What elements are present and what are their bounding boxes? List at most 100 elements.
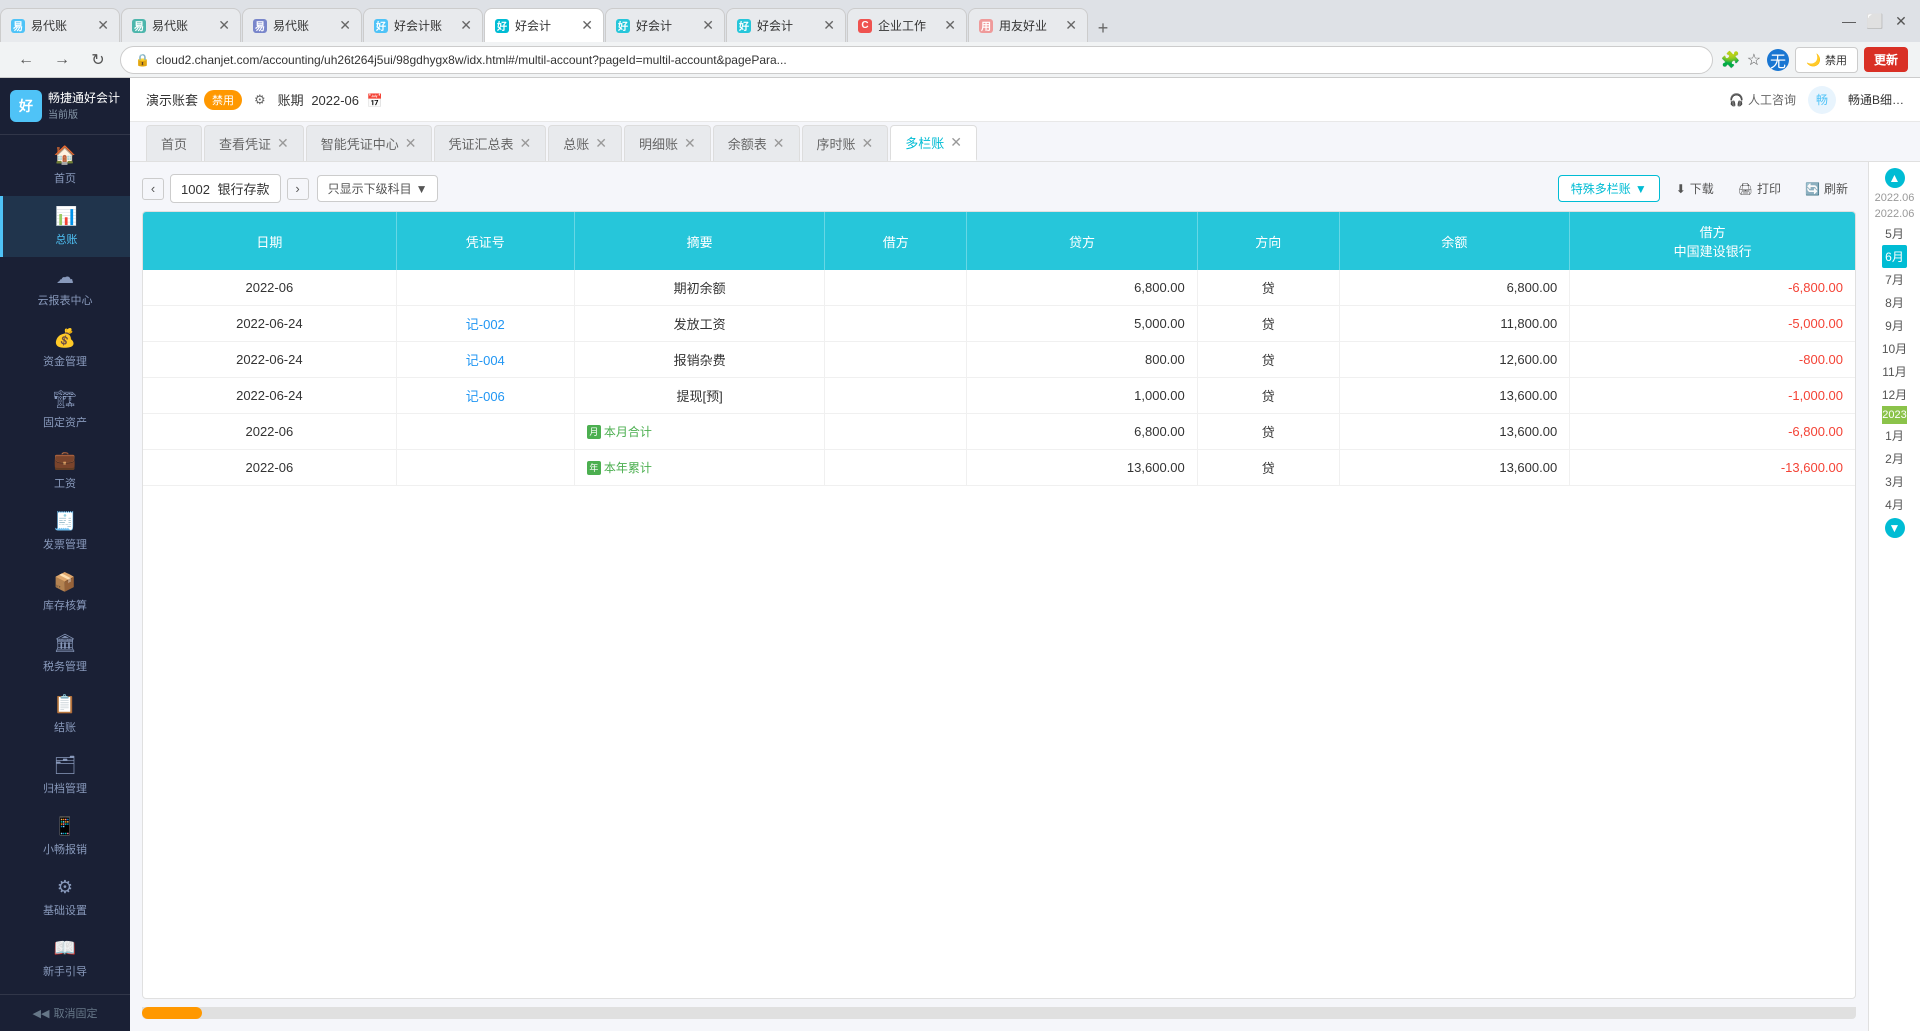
voucher-link[interactable]: 记-006: [466, 389, 505, 404]
page-tab-close-icon[interactable]: ✕: [684, 135, 696, 152]
bottom-scrollbar[interactable]: [142, 1007, 1856, 1019]
back-button[interactable]: ←: [12, 46, 40, 74]
right-panel-month-10月[interactable]: 10月: [1882, 337, 1907, 360]
tab-close-icon[interactable]: ✕: [823, 17, 835, 34]
close-button[interactable]: ✕: [1890, 10, 1912, 32]
page-tab-总账[interactable]: 总账✕: [548, 125, 622, 161]
minimize-button[interactable]: —: [1838, 10, 1860, 32]
browser-tab-3[interactable]: 易 易代账 ✕: [242, 8, 362, 42]
browser-tab-7[interactable]: 好 好会计 ✕: [726, 8, 846, 42]
tab-close-icon[interactable]: ✕: [944, 17, 956, 34]
settings-button[interactable]: ⚙: [254, 92, 266, 108]
cell-direction: 贷: [1197, 306, 1339, 342]
sidebar-icon-6: 🧾: [54, 511, 76, 532]
tab-close-icon[interactable]: ✕: [218, 17, 230, 34]
right-panel-month-7月[interactable]: 7月: [1882, 268, 1907, 291]
sidebar-item-4[interactable]: 🏗 固定资产: [0, 379, 130, 440]
sidebar-logo: 好 畅捷通好会计 当前版: [0, 78, 130, 135]
scroll-thumb[interactable]: [142, 1007, 202, 1019]
page-tab-凭证汇总表[interactable]: 凭证汇总表 ✕: [434, 125, 547, 161]
right-panel-month-9月[interactable]: 9月: [1882, 314, 1907, 337]
tab-close-icon[interactable]: ✕: [581, 17, 593, 34]
browser-tab-8[interactable]: C 企业工作 ✕: [847, 8, 967, 42]
page-tab-close-icon[interactable]: ✕: [595, 135, 607, 152]
update-button[interactable]: 更新: [1864, 47, 1908, 72]
cell-voucher: [396, 414, 574, 450]
sidebar-item-12[interactable]: ⚙ 基础设置: [0, 867, 130, 928]
browser-tab-1[interactable]: 易 易代账 ✕: [0, 8, 120, 42]
sidebar-item-11[interactable]: 📱 小畅报销: [0, 806, 130, 867]
account-prev-button[interactable]: ‹: [142, 178, 164, 200]
sidebar-item-0[interactable]: 🏠 首页: [0, 135, 130, 196]
sidebar-item-7[interactable]: 📦 库存核算: [0, 562, 130, 623]
sub-filter-selector[interactable]: 只显示下级科目 ▼: [317, 175, 439, 202]
sidebar-item-3[interactable]: 💰 资金管理: [0, 318, 130, 379]
right-panel-month-12月[interactable]: 12月: [1882, 383, 1907, 406]
tab-label: 易代账: [273, 17, 333, 34]
refresh-button[interactable]: 🔄 刷新: [1797, 176, 1856, 201]
page-tab-多栏账[interactable]: 多栏账✕: [890, 125, 977, 161]
page-tab-close-icon[interactable]: ✕: [862, 135, 874, 152]
restore-button[interactable]: ⬜: [1864, 10, 1886, 32]
print-icon: 🖨: [1738, 182, 1753, 196]
right-panel-month-3月[interactable]: 3月: [1882, 470, 1907, 493]
consult-button[interactable]: 🎧 人工咨询: [1729, 91, 1796, 108]
browser-tab-9[interactable]: 用 用友好业 ✕: [968, 8, 1088, 42]
browser-tab-4[interactable]: 好 好会计账 ✕: [363, 8, 483, 42]
print-button[interactable]: 🖨 打印: [1730, 176, 1789, 201]
tab-close-icon[interactable]: ✕: [702, 17, 714, 34]
cell-credit: 800.00: [967, 342, 1198, 378]
download-button[interactable]: ⬇ 下载: [1668, 176, 1722, 201]
right-panel-month-2月[interactable]: 2月: [1882, 447, 1907, 470]
sidebar-item-9[interactable]: 📋 结账: [0, 684, 130, 745]
right-panel-month-4月[interactable]: 4月: [1882, 493, 1907, 516]
right-panel-month-5月[interactable]: 5月: [1882, 222, 1907, 245]
forward-button[interactable]: →: [48, 46, 76, 74]
voucher-link[interactable]: 记-004: [466, 353, 505, 368]
tab-close-icon[interactable]: ✕: [1065, 17, 1077, 34]
sidebar-item-5[interactable]: 💼 工资: [0, 440, 130, 501]
page-tab-查看凭证[interactable]: 查看凭证✕: [204, 125, 304, 161]
sidebar-item-10[interactable]: 🗂 归档管理: [0, 745, 130, 806]
account-selector[interactable]: 1002 银行存款: [170, 174, 281, 203]
page-tab-首页[interactable]: 首页: [146, 125, 202, 161]
right-panel-month-11月[interactable]: 11月: [1882, 360, 1907, 383]
cell-direction: 贷: [1197, 450, 1339, 486]
sidebar-item-2[interactable]: ☁ 云报表中心: [0, 257, 130, 318]
page-tab-close-icon[interactable]: ✕: [277, 135, 289, 152]
page-tab-close-icon[interactable]: ✕: [950, 134, 962, 151]
page-tab-智能凭证中心[interactable]: 智能凭证中心✕: [306, 125, 432, 161]
page-tab-余额表[interactable]: 余额表✕: [713, 125, 800, 161]
tab-close-icon[interactable]: ✕: [97, 17, 109, 34]
new-tab-button[interactable]: +: [1089, 14, 1117, 42]
page-tab-close-icon[interactable]: ✕: [520, 135, 532, 152]
right-panel-scroll-down[interactable]: ▼: [1885, 518, 1905, 538]
page-tab-label: 凭证汇总表: [449, 134, 514, 153]
right-panel-month-6月[interactable]: 6月: [1882, 245, 1907, 268]
refresh-button[interactable]: ↻: [84, 46, 112, 74]
sidebar-item-13[interactable]: 📖 新手引导: [0, 928, 130, 989]
right-panel-month-2023[interactable]: 2023: [1882, 406, 1907, 424]
right-panel-month-8月[interactable]: 8月: [1882, 291, 1907, 314]
url-bar[interactable]: 🔒 cloud2.chanjet.com/accounting/uh26t264…: [120, 46, 1713, 74]
browser-tab-6[interactable]: 好 好会计 ✕: [605, 8, 725, 42]
right-panel-month-1月[interactable]: 1月: [1882, 424, 1907, 447]
page-tab-close-icon[interactable]: ✕: [405, 135, 417, 152]
browser-tab-5[interactable]: 好 好会计 ✕: [484, 8, 604, 42]
page-tab-close-icon[interactable]: ✕: [773, 135, 785, 152]
voucher-link[interactable]: 记-002: [466, 317, 505, 332]
tab-close-icon[interactable]: ✕: [339, 17, 351, 34]
tab-close-icon[interactable]: ✕: [460, 17, 472, 34]
account-next-button[interactable]: ›: [287, 178, 309, 200]
pin-sidebar-button[interactable]: ◀◀ 取消固定: [6, 1005, 124, 1021]
year-total-icon: 年: [587, 461, 601, 475]
page-tab-序时账[interactable]: 序时账✕: [802, 125, 889, 161]
page-tab-明细账[interactable]: 明细账✕: [624, 125, 711, 161]
browser-tab-2[interactable]: 易 易代账 ✕: [121, 8, 241, 42]
right-panel-scroll-up[interactable]: ▲: [1885, 168, 1905, 188]
multi-col-button[interactable]: 特殊多栏账 ▼: [1558, 175, 1660, 202]
wuhen-mode-button[interactable]: 🌙 禁用: [1795, 47, 1858, 73]
sidebar-item-6[interactable]: 🧾 发票管理: [0, 501, 130, 562]
sidebar-item-8[interactable]: 🏛 税务管理: [0, 623, 130, 684]
sidebar-item-1[interactable]: 📊 总账: [0, 196, 130, 257]
